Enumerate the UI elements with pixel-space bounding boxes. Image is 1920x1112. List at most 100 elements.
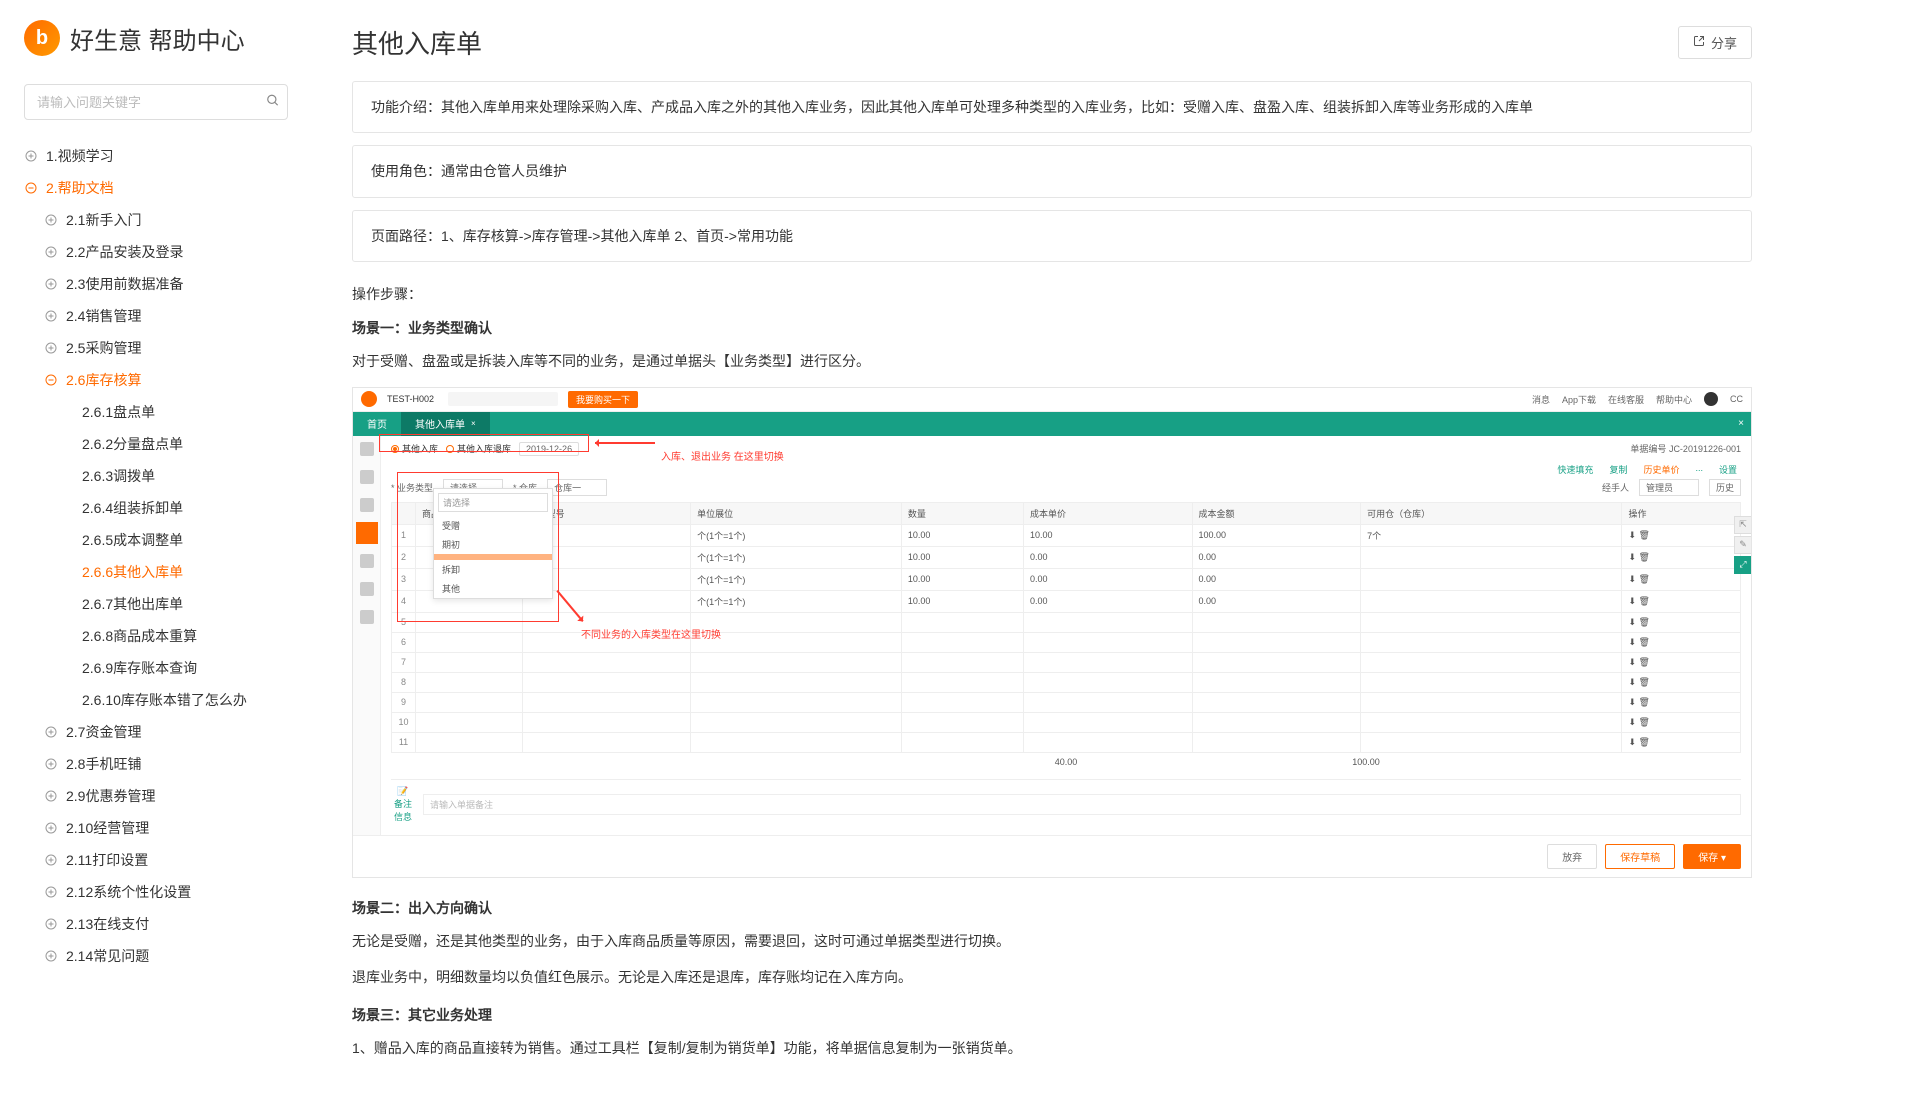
ss-biztype-dropdown[interactable]: 请选择 受赠 期初 拆卸 其他 [433, 488, 553, 599]
ss-rside-icon[interactable]: ✎ [1734, 536, 1752, 554]
table-row[interactable]: 11⬇ 🗑 [392, 732, 1741, 752]
ss-link-cs[interactable]: 在线客服 [1608, 393, 1644, 406]
table-row[interactable]: 4个(1个=1个)10.000.000.00⬇ 🗑 [392, 590, 1741, 612]
ss-avatar[interactable] [1704, 392, 1718, 406]
nav-item[interactable]: 2.1新手入门 [24, 204, 288, 236]
ss-side-icon[interactable] [360, 554, 374, 568]
ss-rside-icon[interactable]: ⇱ [1734, 516, 1752, 534]
screenshot-scene1: TEST-H002 我要购买一下 消息 App下载 在线客服 帮助中心 CC 首… [352, 387, 1752, 878]
nav-item[interactable]: 2.6.4组装拆卸单 [24, 492, 288, 524]
ss-side-icon[interactable] [360, 442, 374, 456]
ss-username[interactable]: CC [1730, 394, 1743, 404]
ss-tool[interactable]: ... [1691, 462, 1707, 477]
nav-item[interactable]: 2.6.9库存账本查询 [24, 652, 288, 684]
nav-item[interactable]: 2.10经营管理 [24, 812, 288, 844]
ss-save-button[interactable]: 保存 ▾ [1683, 844, 1741, 869]
ss-side-icon[interactable] [360, 610, 374, 624]
ss-rside-icon[interactable]: ⤢ [1734, 556, 1752, 574]
nav-item[interactable]: 2.6.5成本调整单 [24, 524, 288, 556]
table-row[interactable]: 10⬇ 🗑 [392, 712, 1741, 732]
role-box: 使用角色：通常由仓管人员维护 [352, 145, 1752, 197]
nav-item[interactable]: 2.2产品安装及登录 [24, 236, 288, 268]
nav-item[interactable]: 2.6.2分量盘点单 [24, 428, 288, 460]
nav-item[interactable]: 2.6.8商品成本重算 [24, 620, 288, 652]
nav-label: 2.3使用前数据准备 [66, 268, 183, 300]
table-row[interactable]: 1个(1个=1个)10.0010.00100.007个⬇ 🗑 [392, 524, 1741, 546]
ss-tool[interactable]: 复制 [1605, 462, 1631, 477]
ss-tabbar-close[interactable]: × [1731, 418, 1751, 429]
table-row[interactable]: 8⬇ 🗑 [392, 672, 1741, 692]
ss-right-toolbar: ⇱ ✎ ⤢ [1734, 516, 1752, 574]
nav-item[interactable]: 2.14常见问题 [24, 940, 288, 972]
logo[interactable]: b 好生意 帮助中心 [24, 20, 288, 56]
search-box [24, 84, 288, 120]
ss-discard-button[interactable]: 放弃 [1547, 844, 1597, 869]
plus-icon [44, 789, 58, 803]
ss-tool[interactable]: 快速填充 [1553, 462, 1597, 477]
ss-footer: 放弃 保存草稿 保存 ▾ [353, 835, 1751, 877]
table-row[interactable]: 7⬇ 🗑 [392, 652, 1741, 672]
scene2-title: 场景二：出入方向确认 [352, 898, 1752, 918]
ss-side-icon[interactable] [360, 470, 374, 484]
logo-icon: b [24, 20, 60, 56]
nav-item[interactable]: 2.6.7其他出库单 [24, 588, 288, 620]
share-button[interactable]: 分享 [1678, 26, 1752, 59]
ss-tab-home[interactable]: 首页 [353, 412, 401, 436]
nav-item[interactable]: 2.3使用前数据准备 [24, 268, 288, 300]
ss-buy-button[interactable]: 我要购买一下 [568, 391, 638, 408]
ss-link-msg[interactable]: 消息 [1532, 393, 1550, 406]
nav-item[interactable]: 1.视频学习 [24, 140, 288, 172]
nav-label: 2.6.7其他出库单 [82, 588, 183, 620]
ss-side-icon[interactable] [360, 498, 374, 512]
ss-dd-item[interactable]: 其他 [434, 579, 552, 598]
nav-item[interactable]: 2.6.6其他入库单 [24, 556, 288, 588]
ss-link-app[interactable]: App下载 [1562, 393, 1596, 406]
nav-item[interactable]: 2.4销售管理 [24, 300, 288, 332]
nav-label: 2.6.1盘点单 [82, 396, 155, 428]
ss-radio-in[interactable]: 其他入库 [391, 442, 438, 455]
ss-side-icon[interactable] [360, 582, 374, 596]
nav-item[interactable]: 2.7资金管理 [24, 716, 288, 748]
ss-arrow-icon [595, 442, 655, 444]
table-row[interactable]: 3个(1个=1个)10.000.000.00⬇ 🗑 [392, 568, 1741, 590]
ss-date-field[interactable]: 2019-12-26 [519, 442, 579, 456]
nav-item[interactable]: 2.11打印设置 [24, 844, 288, 876]
ss-dd-item[interactable]: 受赠 [434, 516, 552, 535]
nav-item[interactable]: 2.9优惠券管理 [24, 780, 288, 812]
nav-item[interactable]: 2.6库存核算 [24, 364, 288, 396]
nav-item[interactable]: 2.5采购管理 [24, 332, 288, 364]
nav-label: 2.6.10库存账本错了怎么办 [82, 684, 247, 716]
table-row[interactable]: 2个(1个=1个)10.000.000.00⬇ 🗑 [392, 546, 1741, 568]
ss-tab-active[interactable]: 其他入库单× [401, 412, 490, 436]
ss-handler-select[interactable]: 管理员 [1639, 479, 1699, 496]
ss-side-icon-active[interactable] [360, 526, 374, 540]
ss-tool[interactable]: 设置 [1715, 462, 1741, 477]
ss-history-btn[interactable]: 历史 [1709, 479, 1741, 496]
table-row[interactable]: 9⬇ 🗑 [392, 692, 1741, 712]
ss-tenant: TEST-H002 [387, 394, 434, 404]
close-icon[interactable]: × [471, 419, 476, 428]
ss-radio-return[interactable]: 其他入库退库 [446, 442, 511, 455]
nav-item[interactable]: 2.12系统个性化设置 [24, 876, 288, 908]
nav-item[interactable]: 2.帮助文档 [24, 172, 288, 204]
ss-dd-search[interactable]: 请选择 [438, 493, 548, 512]
role-text: 通常由仓管人员维护 [441, 163, 567, 179]
scene3-p1: 1、赠品入库的商品直接转为销售。通过工具栏【复制/复制为销货单】功能，将单据信息… [352, 1035, 1752, 1062]
ss-search[interactable] [448, 392, 558, 406]
ss-top-links: 消息 App下载 在线客服 帮助中心 CC [1532, 392, 1743, 406]
ss-warehouse-select[interactable]: 仓库一 [547, 479, 607, 496]
nav-item[interactable]: 2.13在线支付 [24, 908, 288, 940]
nav-item[interactable]: 2.6.3调拨单 [24, 460, 288, 492]
ss-dd-item[interactable]: 期初 [434, 535, 552, 554]
search-input[interactable] [24, 84, 288, 120]
nav-item[interactable]: 2.8手机旺铺 [24, 748, 288, 780]
nav-item[interactable]: 2.6.1盘点单 [24, 396, 288, 428]
nav-label: 2.6.5成本调整单 [82, 524, 183, 556]
ss-draft-button[interactable]: 保存草稿 [1605, 844, 1675, 869]
ss-remark-input[interactable]: 请输入单据备注 [423, 794, 1741, 815]
ss-link-help[interactable]: 帮助中心 [1656, 393, 1692, 406]
search-icon[interactable] [266, 94, 280, 111]
ss-tool[interactable]: 历史单价 [1639, 462, 1683, 477]
nav-item[interactable]: 2.6.10库存账本错了怎么办 [24, 684, 288, 716]
ss-dd-item[interactable]: 拆卸 [434, 560, 552, 579]
